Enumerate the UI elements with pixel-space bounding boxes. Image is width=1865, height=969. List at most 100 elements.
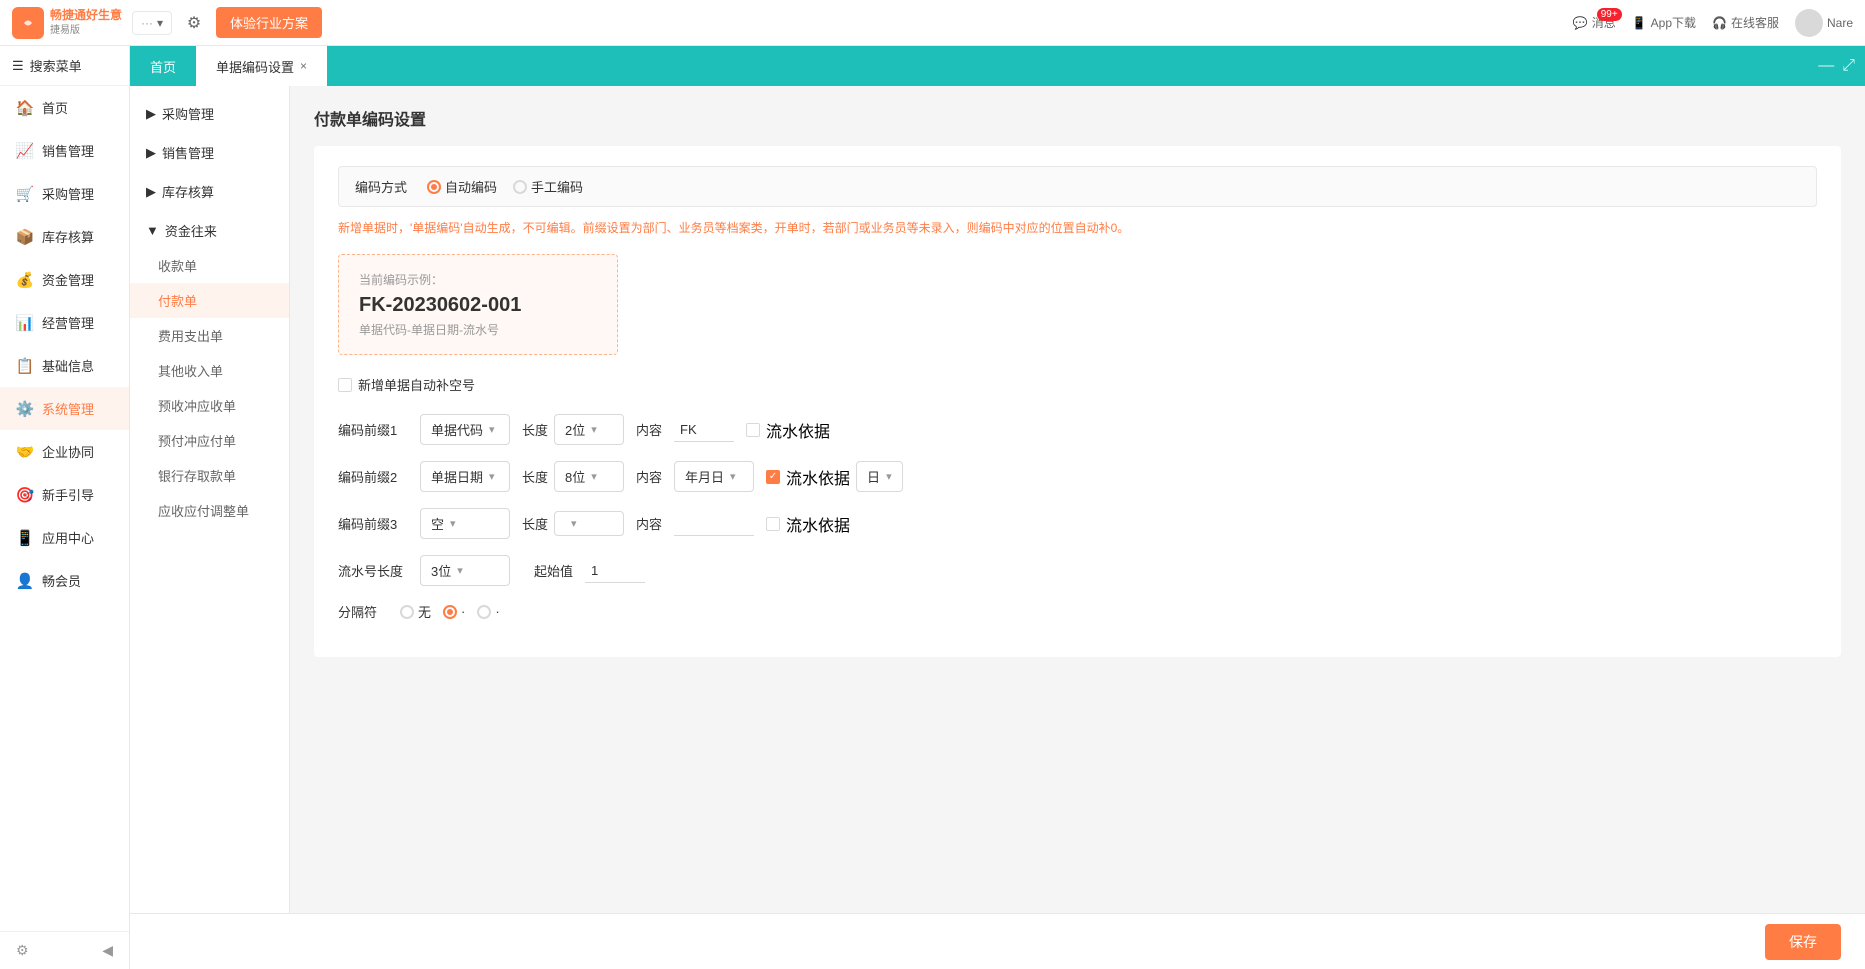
header-left: 畅捷通好生意 捷易版 ··· ▾ ⚙ 体验行业方案 bbox=[12, 7, 322, 39]
sub-item-other-income[interactable]: 其他收入单 bbox=[130, 353, 289, 388]
sep-dot-option[interactable]: · bbox=[443, 604, 465, 619]
encoding-radio-group: 自动编码 手工编码 bbox=[427, 177, 583, 196]
sub-group-purchase-label: 采购管理 bbox=[162, 104, 214, 123]
manual-encoding-radio[interactable] bbox=[513, 180, 527, 194]
sub-item-other-income-label: 其他收入单 bbox=[158, 364, 223, 379]
page-title: 付款单编码设置 bbox=[314, 106, 1841, 130]
start-value-input[interactable] bbox=[585, 559, 645, 583]
user-area[interactable]: Nare bbox=[1795, 9, 1853, 37]
sub-item-expense-label: 费用支出单 bbox=[158, 329, 223, 344]
management-icon: 📊 bbox=[16, 314, 34, 332]
tab-close-icon[interactable]: × bbox=[300, 59, 307, 73]
encoding-method-row: 编码方式 自动编码 手工编码 bbox=[338, 166, 1817, 207]
sub-group-sales-title[interactable]: ▶ 销售管理 bbox=[130, 135, 289, 170]
sidebar-item-cooperation[interactable]: 🤝 企业协同 bbox=[0, 430, 129, 473]
sidebar-nav: 🏠 首页 📈 销售管理 🛒 采购管理 📦 库存核算 💰 资金管理 📊 经 bbox=[0, 86, 129, 931]
auto-encoding-label: 自动编码 bbox=[445, 177, 497, 196]
prefix1-select[interactable]: 单据代码 ▾ bbox=[420, 414, 510, 445]
sidebar-item-management[interactable]: 📊 经营管理 bbox=[0, 301, 129, 344]
sub-item-adjust-label: 应收应付调整单 bbox=[158, 504, 249, 519]
stream-no-value: 3位 bbox=[431, 561, 451, 580]
sep-none-radio[interactable] bbox=[400, 605, 414, 619]
tab-home[interactable]: 首页 bbox=[130, 46, 196, 86]
sub-group-purchase-title[interactable]: ▶ 采购管理 bbox=[130, 96, 289, 131]
sub-item-payment-label: 付款单 bbox=[158, 294, 197, 309]
prefix1-length-select[interactable]: 2位 ▾ bbox=[554, 414, 624, 445]
app-download-button[interactable]: 📱 App下载 bbox=[1632, 14, 1696, 31]
sidebar-collapse-button[interactable]: ◀ bbox=[102, 942, 113, 959]
sidebar-item-home[interactable]: 🏠 首页 bbox=[0, 86, 129, 129]
tab-encoding-settings[interactable]: 单据编码设置 × bbox=[196, 46, 327, 86]
prefix2-length-label: 长度 bbox=[522, 467, 548, 486]
sidebar-label-management: 经营管理 bbox=[42, 313, 94, 332]
prefix2-content-select[interactable]: 年月日 ▾ bbox=[674, 461, 754, 492]
sub-item-receipt[interactable]: 收款单 bbox=[130, 248, 289, 283]
tab-expand-button[interactable]: ⤢ bbox=[1842, 57, 1855, 75]
save-button[interactable]: 保存 bbox=[1765, 924, 1841, 960]
sidebar-settings-button[interactable]: ⚙ bbox=[16, 942, 29, 959]
sidebar-item-purchase[interactable]: 🛒 采购管理 bbox=[0, 172, 129, 215]
stream-no-row: 流水号长度 3位 ▾ 起始值 bbox=[338, 555, 1817, 586]
sidebar-bottom: ⚙ ◀ bbox=[0, 931, 129, 969]
prefix2-length-select[interactable]: 8位 ▾ bbox=[554, 461, 624, 492]
tab-minimize-button[interactable]: — bbox=[1818, 57, 1834, 75]
auto-fill-checkbox[interactable] bbox=[338, 378, 352, 392]
sub-item-advance-payment[interactable]: 预付冲应付单 bbox=[130, 423, 289, 458]
sep-hyphen-option[interactable]: · bbox=[477, 604, 499, 619]
sub-group-fund-title[interactable]: ▼ 资金往来 bbox=[130, 213, 289, 248]
sep-hyphen-radio[interactable] bbox=[477, 605, 491, 619]
sub-item-receipt-label: 收款单 bbox=[158, 259, 197, 274]
message-button[interactable]: 💬 消息 99+ bbox=[1573, 14, 1616, 31]
prefix3-select[interactable]: 空 ▾ bbox=[420, 508, 510, 539]
sub-item-expense[interactable]: 费用支出单 bbox=[130, 318, 289, 353]
sub-item-bank[interactable]: 银行存取款单 bbox=[130, 458, 289, 493]
auto-encoding-option[interactable]: 自动编码 bbox=[427, 177, 497, 196]
prefix3-stream-label: 流水依据 bbox=[786, 512, 850, 536]
code-example-box: 当前编码示例： FK-20230602-001 单据代码-单据日期-流水号 bbox=[338, 254, 618, 355]
prefix1-content-label: 内容 bbox=[636, 420, 662, 439]
sidebar-label-member: 畅会员 bbox=[42, 571, 81, 590]
sub-item-adjust[interactable]: 应收应付调整单 bbox=[130, 493, 289, 528]
sidebar-item-system[interactable]: ⚙️ 系统管理 bbox=[0, 387, 129, 430]
search-menu-button[interactable]: ☰ 搜索菜单 bbox=[0, 46, 129, 86]
manual-encoding-option[interactable]: 手工编码 bbox=[513, 177, 583, 196]
sidebar-item-member[interactable]: 👤 畅会员 bbox=[0, 559, 129, 602]
sidebar-item-base[interactable]: 📋 基础信息 bbox=[0, 344, 129, 387]
stream-no-arrow: ▾ bbox=[457, 564, 463, 577]
auto-encoding-radio[interactable] bbox=[427, 180, 441, 194]
sub-group-inventory-title[interactable]: ▶ 库存核算 bbox=[130, 174, 289, 209]
sidebar-item-sales[interactable]: 📈 销售管理 bbox=[0, 129, 129, 172]
prefix3-length-select[interactable]: ▾ bbox=[554, 511, 624, 536]
sidebar-item-guide[interactable]: 🎯 新手引导 bbox=[0, 473, 129, 516]
experience-button[interactable]: 体验行业方案 bbox=[216, 7, 322, 38]
prefix1-content-input[interactable] bbox=[674, 418, 734, 442]
sidebar-item-inventory[interactable]: 📦 库存核算 bbox=[0, 215, 129, 258]
prefix2-stream-unit-select[interactable]: 日 ▾ bbox=[856, 461, 903, 492]
prefix3-content-input[interactable] bbox=[674, 512, 754, 536]
prefix2-stream-checkbox[interactable]: ✓ bbox=[766, 470, 780, 484]
sep-dot-radio[interactable] bbox=[443, 605, 457, 619]
start-value-label: 起始值 bbox=[534, 561, 573, 580]
prefix3-stream-checkbox[interactable] bbox=[766, 517, 780, 531]
prefix1-row: 编码前缀1 单据代码 ▾ 长度 2位 ▾ 内容 bbox=[338, 414, 1817, 445]
sep-none-option[interactable]: 无 bbox=[400, 602, 431, 621]
prefix2-select[interactable]: 单据日期 ▾ bbox=[420, 461, 510, 492]
sub-item-payment[interactable]: 付款单 bbox=[130, 283, 289, 318]
online-service-button[interactable]: 🎧 在线客服 bbox=[1712, 14, 1779, 31]
logo-area: 畅捷通好生意 捷易版 bbox=[12, 7, 122, 39]
tab-bar-actions: — ⤢ bbox=[1818, 46, 1865, 86]
prefix1-stream-checkbox[interactable] bbox=[746, 423, 760, 437]
cooperation-icon: 🤝 bbox=[16, 443, 34, 461]
prefix2-stream-unit-value: 日 bbox=[867, 467, 880, 486]
sidebar-item-apps[interactable]: 📱 应用中心 bbox=[0, 516, 129, 559]
prefix3-length-item: 长度 ▾ bbox=[522, 511, 624, 536]
sub-item-bank-label: 银行存取款单 bbox=[158, 469, 236, 484]
sub-item-advance-receipt[interactable]: 预收冲应收单 bbox=[130, 388, 289, 423]
stream-no-select[interactable]: 3位 ▾ bbox=[420, 555, 510, 586]
settings-icon[interactable]: ⚙ bbox=[180, 9, 208, 37]
tab-bar: 首页 单据编码设置 × — ⤢ bbox=[130, 46, 1865, 86]
sidebar-item-finance[interactable]: 💰 资金管理 bbox=[0, 258, 129, 301]
breadcrumb-dropdown[interactable]: ··· ▾ bbox=[132, 11, 172, 35]
sep-hyphen-label: · bbox=[495, 604, 499, 619]
apps-icon: 📱 bbox=[16, 529, 34, 547]
